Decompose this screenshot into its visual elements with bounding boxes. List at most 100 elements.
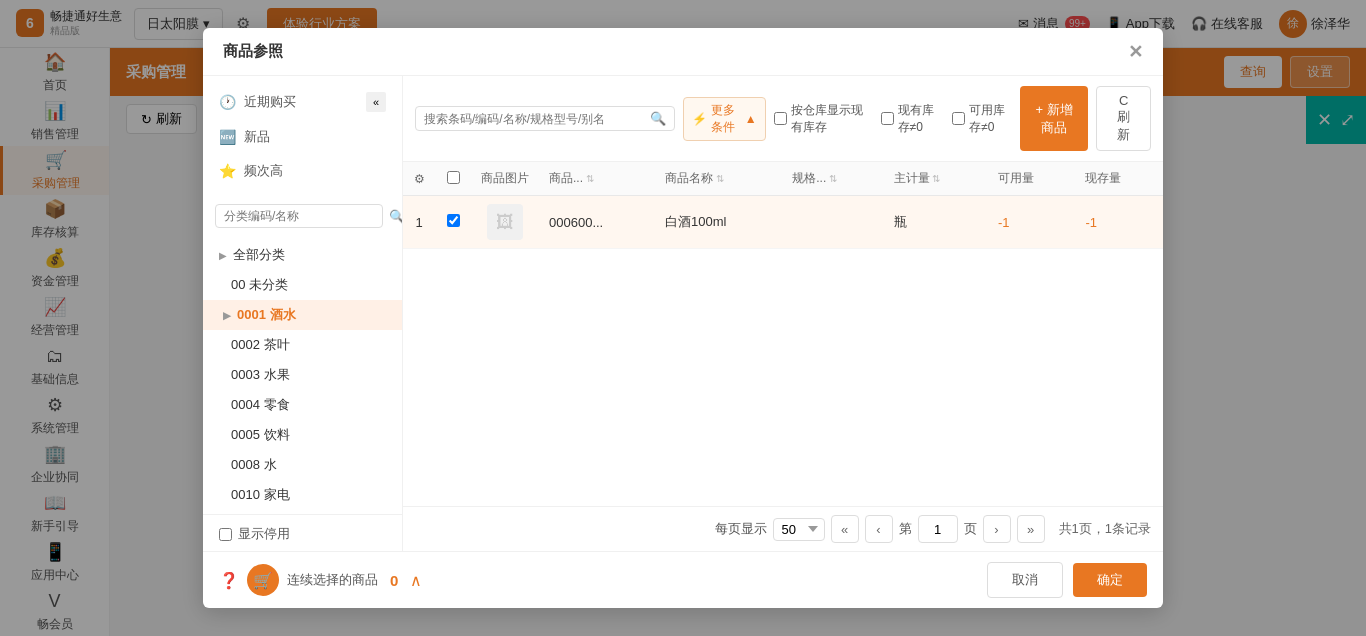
table-header-row: ⚙ 商品图片 商品... 商品名称 规格... 主计量 可用量 <box>403 162 1163 196</box>
recent-buy-item[interactable]: 🕐 近期购买 « <box>203 84 402 120</box>
filter-button[interactable]: ⚡ 更多条件 ▲ <box>683 97 766 141</box>
prev-page-button[interactable]: ‹ <box>865 515 893 543</box>
pagination: 每页显示 50 100 200 « ‹ 第 页 › » 共1页，1条记录 <box>403 506 1163 551</box>
page-info: 共1页，1条记录 <box>1059 520 1151 538</box>
category-appliance[interactable]: 0010 家电 <box>203 480 402 510</box>
cancel-button[interactable]: 取消 <box>987 562 1063 598</box>
category-search-input[interactable] <box>215 204 383 228</box>
category-fruit-label: 0003 水果 <box>231 366 290 384</box>
star-icon: ⭐ <box>219 163 236 179</box>
col-settings: ⚙ <box>403 162 435 196</box>
current-stock-filter-label[interactable]: 现有库存≠0 <box>881 102 941 136</box>
product-image: 🖼 <box>487 204 523 240</box>
page-number-input[interactable] <box>918 515 958 543</box>
product-unit-cell: 瓶 <box>884 196 988 249</box>
cart-label: 连续选择的商品 <box>287 571 378 589</box>
available-stock-filter-label[interactable]: 可用库存≠0 <box>952 102 1012 136</box>
new-icon: 🆕 <box>219 129 236 145</box>
column-settings-icon[interactable]: ⚙ <box>414 172 425 186</box>
category-tree: ▶ 全部分类 00 未分类 ▶ 0001 酒水 0002 茶叶 0003 水果 <box>203 236 402 514</box>
high-freq-item[interactable]: ⭐ 频次高 <box>203 154 402 188</box>
modal-footer: ❓ 🛒 连续选择的商品 0 ∧ 取消 确定 <box>203 551 1163 608</box>
search-bar: 🔍 ⚡ 更多条件 ▲ 按仓库显示现有库存 现 <box>403 76 1163 162</box>
add-product-button[interactable]: + 新增商品 <box>1020 86 1088 151</box>
search-icon[interactable]: 🔍 <box>650 111 666 126</box>
cart-area: ❓ 🛒 连续选择的商品 0 ∧ <box>219 564 977 596</box>
col-unit[interactable]: 主计量 <box>884 162 988 196</box>
category-tea[interactable]: 0002 茶叶 <box>203 330 402 360</box>
page-size-label: 每页显示 <box>715 520 767 538</box>
col-stock: 现存量 <box>1075 162 1163 196</box>
last-page-button[interactable]: » <box>1017 515 1045 543</box>
product-spec-cell <box>782 196 883 249</box>
cart-count: 0 <box>390 572 398 589</box>
modal-overlay: 商品参照 ✕ 🕐 近期购买 « 🆕 新品 ⭐ 频次高 <box>0 0 1366 636</box>
filter-chevron-icon: ▲ <box>745 112 757 126</box>
recent-buy-label: 近期购买 <box>244 93 296 111</box>
category-search: 🔍 <box>203 196 402 236</box>
category-liquor[interactable]: ▶ 0001 酒水 <box>203 300 402 330</box>
arrow-right-icon: ▶ <box>219 250 227 261</box>
filter-icon: ⚡ <box>692 112 707 126</box>
row-checkbox[interactable] <box>447 214 460 227</box>
product-code-cell: 000600... <box>539 196 655 249</box>
arrow-right-active-icon: ▶ <box>223 310 231 321</box>
col-code[interactable]: 商品... <box>539 162 655 196</box>
table-row[interactable]: 1 🖼 000600... 白酒100ml <box>403 196 1163 249</box>
category-fruit[interactable]: 0003 水果 <box>203 360 402 390</box>
warehouse-filter-checkbox[interactable] <box>774 112 787 125</box>
page-label: 第 <box>899 520 912 538</box>
page-size-wrap: 每页显示 50 100 200 <box>715 518 825 541</box>
row-index: 1 <box>403 196 435 249</box>
category-appliance-label: 0010 家电 <box>231 486 290 504</box>
product-search-input[interactable] <box>424 112 644 126</box>
page-unit: 页 <box>964 520 977 538</box>
col-image: 商品图片 <box>471 162 539 196</box>
refresh-modal-button[interactable]: C 刷新 <box>1096 86 1151 151</box>
category-water[interactable]: 0008 水 <box>203 450 402 480</box>
select-all-checkbox[interactable] <box>447 171 460 184</box>
search-input-wrap: 🔍 <box>415 106 675 131</box>
toolbar-right: + 新增商品 C 刷新 <box>1020 86 1151 151</box>
modal-title: 商品参照 <box>223 42 283 61</box>
category-all-label: 全部分类 <box>233 246 285 264</box>
image-icon: 🖼 <box>496 212 514 233</box>
category-search-icon[interactable]: 🔍 <box>389 209 403 224</box>
category-drink[interactable]: 0005 饮料 <box>203 420 402 450</box>
product-image-cell: 🖼 <box>471 196 539 249</box>
row-checkbox-cell <box>435 196 471 249</box>
clock-icon: 🕐 <box>219 94 236 110</box>
col-name[interactable]: 商品名称 <box>655 162 782 196</box>
modal-header: 商品参照 ✕ <box>203 28 1163 76</box>
product-available-cell: -1 <box>988 196 1076 249</box>
modal-right-panel: 🔍 ⚡ 更多条件 ▲ 按仓库显示现有库存 现 <box>403 76 1163 551</box>
product-table-wrap: ⚙ 商品图片 商品... 商品名称 规格... 主计量 可用量 <box>403 162 1163 506</box>
category-uncategorized[interactable]: 00 未分类 <box>203 270 402 300</box>
category-water-label: 0008 水 <box>231 456 277 474</box>
show-disabled-checkbox[interactable] <box>219 528 232 541</box>
category-snack-label: 0004 零食 <box>231 396 290 414</box>
help-icon[interactable]: ❓ <box>219 571 239 590</box>
warehouse-filter-label[interactable]: 按仓库显示现有库存 <box>774 102 869 136</box>
show-disabled-label[interactable]: 显示停用 <box>238 525 290 543</box>
col-spec[interactable]: 规格... <box>782 162 883 196</box>
category-drink-label: 0005 饮料 <box>231 426 290 444</box>
collapse-cart-icon[interactable]: ∧ <box>410 571 422 590</box>
available-stock-filter-checkbox[interactable] <box>952 112 965 125</box>
cart-icon: 🛒 <box>247 564 279 596</box>
new-product-label: 新品 <box>244 128 270 146</box>
new-product-item[interactable]: 🆕 新品 <box>203 120 402 154</box>
product-table: ⚙ 商品图片 商品... 商品名称 规格... 主计量 可用量 <box>403 162 1163 249</box>
confirm-button[interactable]: 确定 <box>1073 563 1147 597</box>
product-stock-cell: -1 <box>1075 196 1163 249</box>
col-available: 可用量 <box>988 162 1076 196</box>
current-stock-filter-checkbox[interactable] <box>881 112 894 125</box>
category-snack[interactable]: 0004 零食 <box>203 390 402 420</box>
category-liquor-label: 0001 酒水 <box>237 306 296 324</box>
page-size-select[interactable]: 50 100 200 <box>773 518 825 541</box>
collapse-left-button[interactable]: « <box>366 92 386 112</box>
next-page-button[interactable]: › <box>983 515 1011 543</box>
category-all[interactable]: ▶ 全部分类 <box>203 240 402 270</box>
first-page-button[interactable]: « <box>831 515 859 543</box>
modal-close-button[interactable]: ✕ <box>1128 43 1143 61</box>
